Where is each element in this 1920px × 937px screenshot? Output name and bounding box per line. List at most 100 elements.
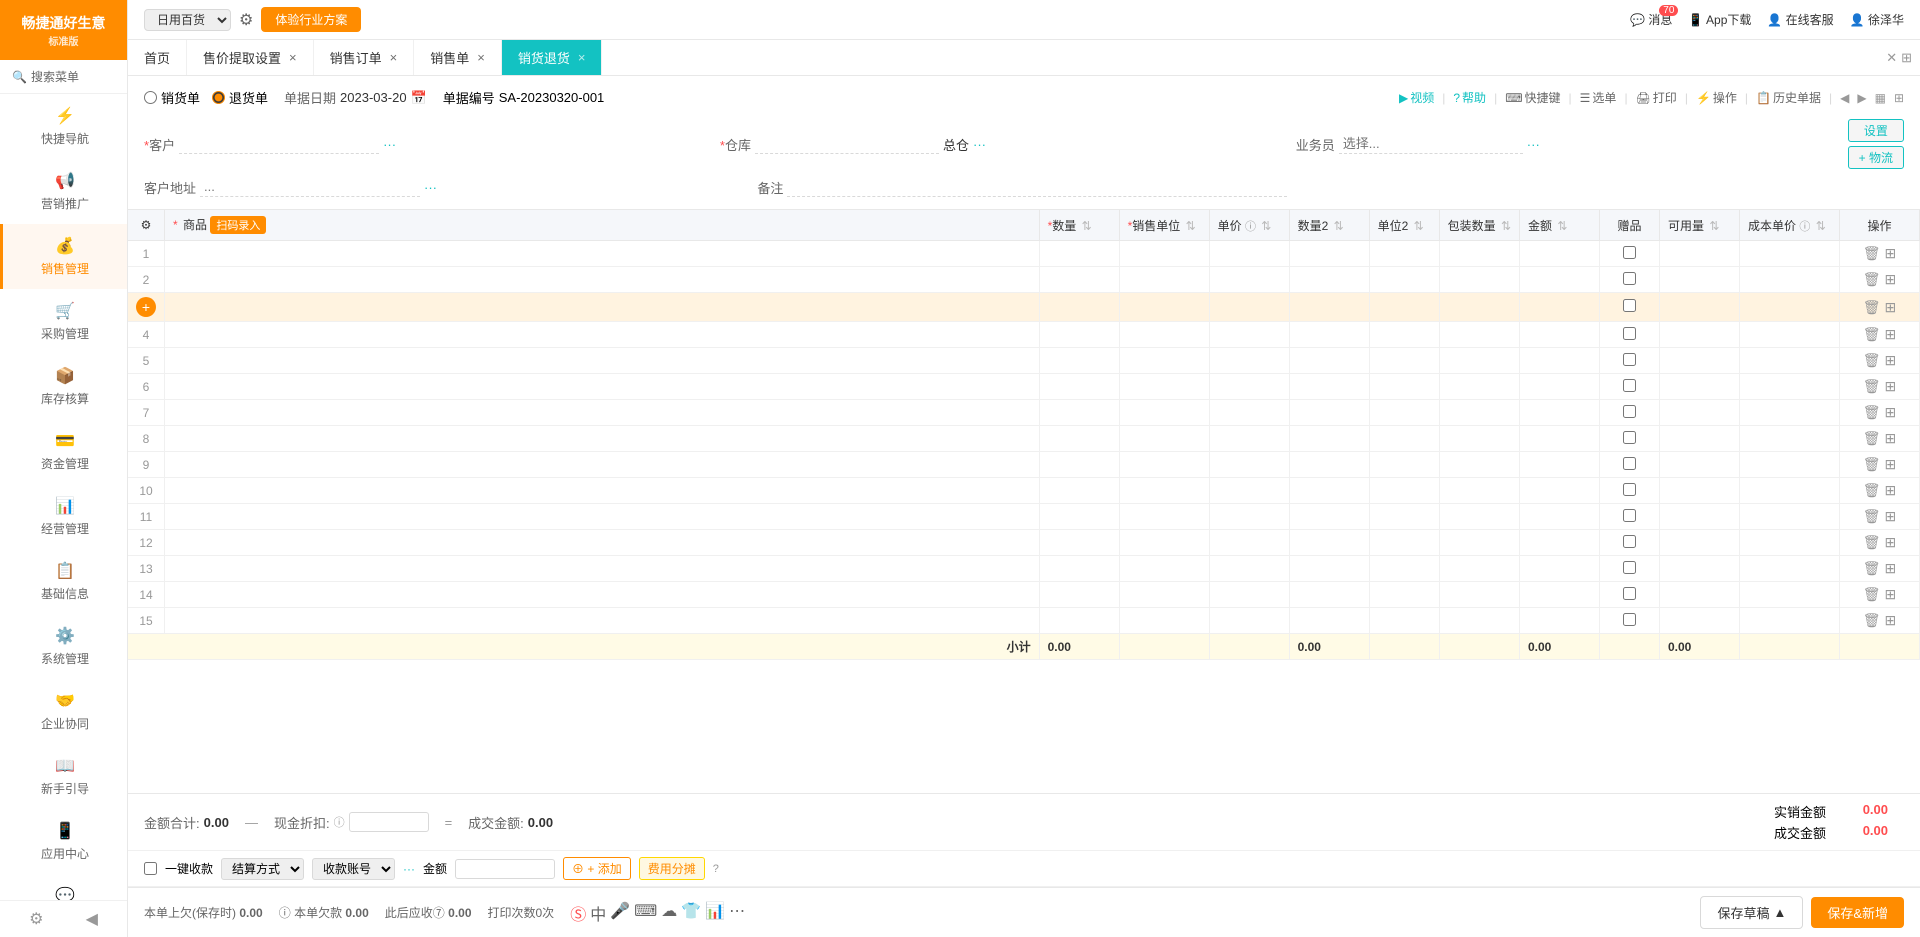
gift-checkbox-14[interactable] <box>1623 587 1636 600</box>
gift-cell-7[interactable] <box>1600 400 1660 426</box>
copy-btn-15[interactable]: ⊞ <box>1885 612 1897 629</box>
pkg-qty-cell-7[interactable] <box>1439 400 1519 426</box>
cost-price-cell-2[interactable] <box>1740 267 1840 293</box>
goods-cell-8[interactable] <box>165 426 1040 452</box>
available-cell-5[interactable] <box>1660 348 1740 374</box>
amount-cell-13[interactable] <box>1520 556 1600 582</box>
address-input[interactable] <box>200 177 420 197</box>
online-service-btn[interactable]: 👤 在线客服 <box>1767 11 1833 28</box>
gift-cell-4[interactable] <box>1600 322 1660 348</box>
fee-help-icon[interactable]: ? <box>713 863 719 875</box>
amount-cell-7[interactable] <box>1520 400 1600 426</box>
goods-cell-6[interactable] <box>165 374 1040 400</box>
cloud-icon[interactable]: ☁ <box>661 901 677 925</box>
one-click-payment-checkbox[interactable] <box>144 862 157 875</box>
pkg-sort-icon[interactable]: ⇅ <box>1501 219 1511 233</box>
available-cell-7[interactable] <box>1660 400 1740 426</box>
unit2-cell-4[interactable] <box>1369 322 1439 348</box>
amount-cell-10[interactable] <box>1520 478 1600 504</box>
goods-cell-3[interactable] <box>165 293 1040 322</box>
radio-sales[interactable]: 销货单 <box>144 88 200 107</box>
logistics-btn[interactable]: + 物流 <box>1848 146 1904 169</box>
delete-btn-15[interactable]: 🗑 <box>1863 612 1881 629</box>
price-cell-8[interactable] <box>1209 426 1289 452</box>
qty2-cell-3[interactable] <box>1289 293 1369 322</box>
available-cell-2[interactable] <box>1660 267 1740 293</box>
qty-cell-11[interactable] <box>1039 504 1119 530</box>
gift-cell-8[interactable] <box>1600 426 1660 452</box>
available-cell-8[interactable] <box>1660 426 1740 452</box>
unit-cell-13[interactable] <box>1119 556 1209 582</box>
gift-checkbox-6[interactable] <box>1623 379 1636 392</box>
account-dots[interactable]: ··· <box>403 862 415 876</box>
unit-cell-1[interactable] <box>1119 241 1209 267</box>
goods-cell-9[interactable] <box>165 452 1040 478</box>
available-cell-10[interactable] <box>1660 478 1740 504</box>
unit2-cell-1[interactable] <box>1369 241 1439 267</box>
qty-cell-3[interactable] <box>1039 293 1119 322</box>
tab-returns-close[interactable]: × <box>578 50 586 65</box>
amount-cell-8[interactable] <box>1520 426 1600 452</box>
unit2-cell-8[interactable] <box>1369 426 1439 452</box>
available-cell-13[interactable] <box>1660 556 1740 582</box>
sidebar-item-system[interactable]: ⚙️ 系统管理 <box>0 614 127 679</box>
qty-cell-6[interactable] <box>1039 374 1119 400</box>
unit-cell-9[interactable] <box>1119 452 1209 478</box>
amount-cell-6[interactable] <box>1520 374 1600 400</box>
unit2-cell-7[interactable] <box>1369 400 1439 426</box>
payment-method-select[interactable]: 结算方式 <box>221 858 304 880</box>
keyboard-icon[interactable]: ⌨ <box>634 901 657 925</box>
copy-btn-7[interactable]: ⊞ <box>1885 404 1897 421</box>
qty-cell-7[interactable] <box>1039 400 1119 426</box>
unit2-cell-11[interactable] <box>1369 504 1439 530</box>
price-sort-icon[interactable]: ⇅ <box>1261 219 1271 233</box>
gift-cell-2[interactable] <box>1600 267 1660 293</box>
unit-cell-15[interactable] <box>1119 608 1209 634</box>
price-cell-3[interactable] <box>1209 293 1289 322</box>
unit2-sort-icon[interactable]: ⇅ <box>1414 219 1424 233</box>
amount-cell-12[interactable] <box>1520 530 1600 556</box>
available-cell-9[interactable] <box>1660 452 1740 478</box>
cost-price-cell-15[interactable] <box>1740 608 1840 634</box>
goods-cell-4[interactable] <box>165 322 1040 348</box>
available-cell-12[interactable] <box>1660 530 1740 556</box>
qty2-cell-6[interactable] <box>1289 374 1369 400</box>
gift-cell-10[interactable] <box>1600 478 1660 504</box>
sidebar-item-marketing[interactable]: 📢 营销推广 <box>0 159 127 224</box>
goods-cell-5[interactable] <box>165 348 1040 374</box>
cost-price-cell-3[interactable] <box>1740 293 1840 322</box>
amount-sort-icon[interactable]: ⇅ <box>1557 219 1567 233</box>
delete-btn-3[interactable]: 🗑 <box>1863 299 1881 316</box>
copy-btn-3[interactable]: ⊞ <box>1885 299 1897 316</box>
gift-checkbox-8[interactable] <box>1623 431 1636 444</box>
qty2-cell-11[interactable] <box>1289 504 1369 530</box>
qty2-cell-9[interactable] <box>1289 452 1369 478</box>
module-select[interactable]: 日用百货 <box>144 9 231 31</box>
sidebar-item-operations[interactable]: 📊 经营管理 <box>0 484 127 549</box>
toolbar-print-btn[interactable]: 🖨 打印 <box>1636 89 1677 106</box>
unit-cell-14[interactable] <box>1119 582 1209 608</box>
toolbar-video-btn[interactable]: ▶ 视频 <box>1399 89 1434 106</box>
sidebar-item-collab[interactable]: 🤝 企业协同 <box>0 679 127 744</box>
price-cell-1[interactable] <box>1209 241 1289 267</box>
toolbar-history-btn[interactable]: 📋 历史单据 <box>1756 89 1821 106</box>
unit-cell-12[interactable] <box>1119 530 1209 556</box>
copy-btn-6[interactable]: ⊞ <box>1885 378 1897 395</box>
view-card-btn[interactable]: ⊞ <box>1894 91 1904 105</box>
delete-btn-13[interactable]: 🗑 <box>1863 560 1881 577</box>
cost-price-cell-7[interactable] <box>1740 400 1840 426</box>
amount-cell-3[interactable] <box>1520 293 1600 322</box>
qty-cell-14[interactable] <box>1039 582 1119 608</box>
unit2-cell-5[interactable] <box>1369 348 1439 374</box>
toolbar-select-btn[interactable]: ☰ 选单 <box>1580 89 1617 106</box>
unit2-cell-3[interactable] <box>1369 293 1439 322</box>
unit2-cell-13[interactable] <box>1369 556 1439 582</box>
gift-checkbox-15[interactable] <box>1623 613 1636 626</box>
qty-cell-15[interactable] <box>1039 608 1119 634</box>
price-cell-14[interactable] <box>1209 582 1289 608</box>
col-gear[interactable]: ⚙ <box>128 210 165 241</box>
copy-btn-14[interactable]: ⊞ <box>1885 586 1897 603</box>
copy-btn-13[interactable]: ⊞ <box>1885 560 1897 577</box>
copy-btn-9[interactable]: ⊞ <box>1885 456 1897 473</box>
delete-btn-5[interactable]: 🗑 <box>1863 352 1881 369</box>
